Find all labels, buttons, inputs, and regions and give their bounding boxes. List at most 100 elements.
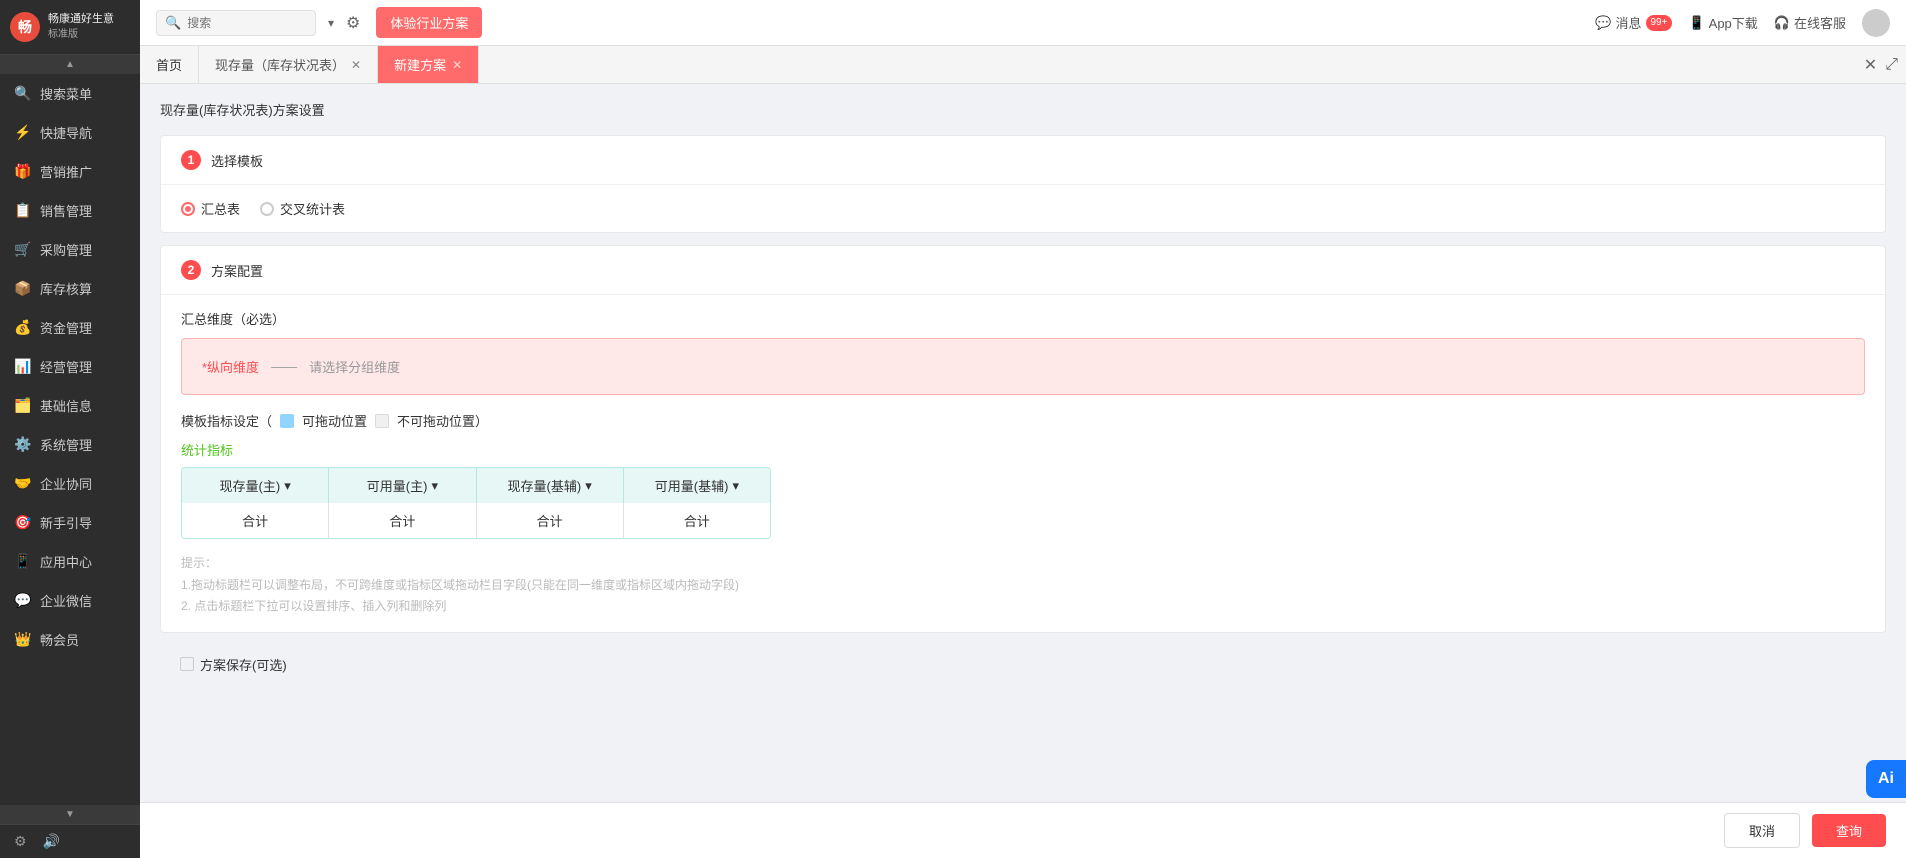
stats-col-2-label: 现存量(基辅) — [508, 476, 582, 495]
app-download-item[interactable]: 📱 App下载 — [1688, 13, 1757, 32]
template-radio-group: 汇总表 交叉统计表 — [181, 199, 1865, 218]
sidebar-item-member-label: 畅会员 — [40, 630, 79, 649]
dimension-placeholder[interactable]: 请选择分组维度 — [309, 357, 400, 376]
sidebar-item-marketing[interactable]: 🎁 营销推广 — [0, 152, 140, 191]
dimension-separator: —— — [271, 359, 297, 374]
stats-col-3: 可用量(基辅) ▾ — [624, 468, 770, 503]
sidebar-item-quick-nav-label: 快捷导航 — [40, 123, 92, 142]
stats-cell-3: 合计 — [624, 503, 770, 538]
radio-cross[interactable]: 交叉统计表 — [260, 199, 345, 218]
save-option: 方案保存(可选) — [180, 655, 1866, 674]
sidebar-item-sales-label: 销售管理 — [40, 201, 92, 220]
sidebar-item-search[interactable]: 🔍 搜索菜单 — [0, 74, 140, 113]
online-service-item[interactable]: 🎧 在线客服 — [1774, 13, 1846, 32]
save-option-section: 方案保存(可选) — [160, 645, 1886, 704]
radio-summary[interactable]: 汇总表 — [181, 199, 240, 218]
sidebar-item-app-center[interactable]: 📱 应用中心 — [0, 542, 140, 581]
sidebar-scroll-down[interactable]: ▼ — [0, 805, 140, 824]
indicator-settings-label: 模板指标设定（ 可拖动位置 不可拖动位置） — [181, 411, 1865, 430]
app-download-label: App下载 — [1709, 13, 1758, 32]
topbar-search-icon: 🔍 — [165, 15, 181, 31]
stats-col-3-label: 可用量(基辅) — [655, 476, 729, 495]
sidebar: 畅 畅康通好生意 标准版 ▲ 🔍 搜索菜单 ⚡ 快捷导航 🎁 营销推广 📋 销售… — [0, 0, 140, 858]
topbar: 🔍 ▾ ⚙ 体验行业方案 💬 消息 99+ 📱 App下载 🎧 在线客服 — [140, 0, 1906, 46]
system-icon: ⚙️ — [14, 436, 32, 454]
marketing-icon: 🎁 — [14, 163, 32, 181]
tab-home[interactable]: 首页 — [140, 46, 199, 83]
sidebar-item-search-label: 搜索菜单 — [40, 84, 92, 103]
member-icon: 👑 — [14, 631, 32, 649]
stats-section-title: 统计指标 — [181, 440, 1865, 459]
app-center-icon: 📱 — [14, 553, 32, 571]
step2-header: 2 方案配置 — [161, 246, 1885, 295]
tabs-close-button[interactable]: ✕ — [1864, 55, 1877, 75]
step1-title: 选择模板 — [211, 151, 263, 170]
sidebar-item-system[interactable]: ⚙️ 系统管理 — [0, 425, 140, 464]
dimension-required-label: *纵向维度 — [202, 357, 259, 376]
sidebar-item-operation[interactable]: 📊 经营管理 — [0, 347, 140, 386]
content-area: 现存量(库存状况表)方案设置 1 选择模板 汇总表 交叉统计表 — [140, 84, 1906, 802]
sidebar-item-wechat-label: 企业微信 — [40, 591, 92, 610]
search-icon: 🔍 — [14, 85, 32, 103]
tab-bar: 首页 现存量（库存状况表） ✕ 新建方案 ✕ ✕ ⤢ — [140, 46, 1906, 84]
stats-col-2-dropdown[interactable]: ▾ — [585, 478, 592, 494]
sidebar-item-enterprise[interactable]: 🤝 企业协同 — [0, 464, 140, 503]
sidebar-item-wechat[interactable]: 💬 企业微信 — [0, 581, 140, 620]
sidebar-item-sales[interactable]: 📋 销售管理 — [0, 191, 140, 230]
step2-card: 2 方案配置 汇总维度（必选） *纵向维度 —— 请选择分组维度 模板指标设定（ — [160, 245, 1886, 633]
sidebar-item-new-guide[interactable]: 🎯 新手引导 — [0, 503, 140, 542]
app-download-icon: 📱 — [1688, 15, 1704, 31]
save-checkbox[interactable] — [180, 657, 194, 671]
sales-icon: 📋 — [14, 202, 32, 220]
new-guide-icon: 🎯 — [14, 514, 32, 532]
sidebar-item-quick-nav[interactable]: ⚡ 快捷导航 — [0, 113, 140, 152]
industry-solution-button[interactable]: 体验行业方案 — [376, 7, 482, 38]
sidebar-scroll-up[interactable]: ▲ — [0, 55, 140, 74]
save-option-label: 方案保存(可选) — [200, 655, 287, 674]
message-icon: 💬 — [1595, 15, 1611, 31]
stats-col-3-dropdown[interactable]: ▾ — [732, 478, 739, 494]
stats-cell-2: 合计 — [477, 503, 624, 538]
tab-inventory[interactable]: 现存量（库存状况表） ✕ — [199, 46, 378, 83]
tab-new-scheme-close-icon[interactable]: ✕ — [452, 58, 462, 72]
step1-header: 1 选择模板 — [161, 136, 1885, 185]
stats-cell-1: 合计 — [329, 503, 476, 538]
tips-section: 提示： 1.拖动标题栏可以调整布局，不可跨维度或指标区域拖动栏目字段(只能在同一… — [181, 553, 1865, 618]
no-drag-badge — [375, 414, 389, 428]
sidebar-item-finance[interactable]: 💰 资金管理 — [0, 308, 140, 347]
online-service-label: 在线客服 — [1794, 13, 1846, 32]
tab-inventory-close-icon[interactable]: ✕ — [351, 58, 361, 72]
tab-home-label: 首页 — [156, 55, 182, 74]
tabs-expand-button[interactable]: ⤢ — [1885, 56, 1898, 74]
avatar[interactable] — [1862, 9, 1890, 37]
sidebar-item-basic[interactable]: 🗂️ 基础信息 — [0, 386, 140, 425]
speaker-icon[interactable]: 🔊 — [43, 833, 60, 850]
stats-col-0-dropdown[interactable]: ▾ — [284, 478, 291, 494]
sidebar-item-purchase[interactable]: 🛒 采购管理 — [0, 230, 140, 269]
radio-summary-circle — [181, 202, 195, 216]
sidebar-item-purchase-label: 采购管理 — [40, 240, 92, 259]
stats-col-0: 现存量(主) ▾ — [182, 468, 329, 503]
operation-icon: 📊 — [14, 358, 32, 376]
cancel-button[interactable]: 取消 — [1724, 813, 1800, 848]
tabs-actions: ✕ ⤢ — [1864, 55, 1906, 75]
stats-col-1: 可用量(主) ▾ — [329, 468, 476, 503]
main-area: 🔍 ▾ ⚙ 体验行业方案 💬 消息 99+ 📱 App下载 🎧 在线客服 — [140, 0, 1906, 858]
stats-col-1-dropdown[interactable]: ▾ — [431, 478, 438, 494]
message-item[interactable]: 💬 消息 99+ — [1595, 13, 1672, 32]
topbar-dropdown-icon[interactable]: ▾ — [328, 16, 334, 30]
query-button[interactable]: 查询 — [1812, 814, 1886, 847]
sidebar-item-finance-label: 资金管理 — [40, 318, 92, 337]
settings-icon[interactable]: ⚙ — [14, 833, 27, 850]
topbar-gear-icon[interactable]: ⚙ — [346, 13, 360, 33]
page-title: 现存量(库存状况表)方案设置 — [160, 100, 1886, 119]
step2-title: 方案配置 — [211, 261, 263, 280]
indicator-settings: 模板指标设定（ 可拖动位置 不可拖动位置） — [181, 411, 1865, 430]
ai-badge[interactable]: Ai — [1866, 760, 1906, 798]
topbar-search-container[interactable]: 🔍 — [156, 10, 316, 36]
tab-new-scheme[interactable]: 新建方案 ✕ — [378, 46, 479, 83]
sidebar-item-member[interactable]: 👑 畅会员 — [0, 620, 140, 659]
search-input[interactable] — [187, 16, 287, 30]
sidebar-item-app-center-label: 应用中心 — [40, 552, 92, 571]
sidebar-item-inventory[interactable]: 📦 库存核算 — [0, 269, 140, 308]
